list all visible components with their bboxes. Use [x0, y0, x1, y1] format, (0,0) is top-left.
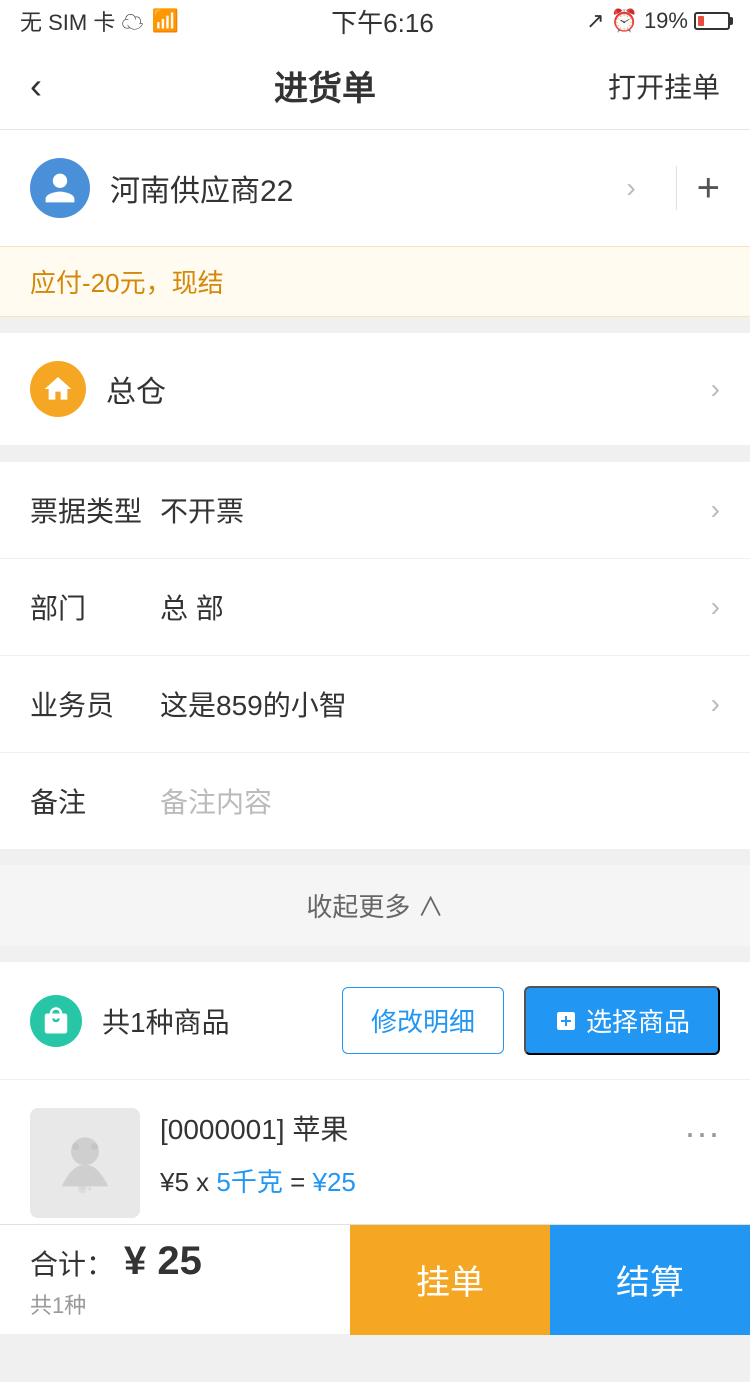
warehouse-row[interactable]: 总仓 › [0, 333, 750, 445]
form-section: 票据类型 不开票 › 部门 总 部 › 业务员 这是859的小智 › 备注 备注… [0, 461, 750, 849]
nav-bar: ‹ 进货单 打开挂单 [0, 42, 750, 130]
product-thumbnail: 響+ [30, 1108, 140, 1218]
supplier-chevron-icon: › [626, 172, 635, 204]
modify-detail-button[interactable]: 修改明细 [342, 987, 504, 1054]
product-apple: 苹果 [292, 1114, 348, 1145]
checkout-button[interactable]: 结算 [550, 1225, 750, 1335]
product-equals: = [290, 1167, 312, 1197]
product-total: ¥25 [313, 1167, 356, 1197]
product-count: 共1种商品 [102, 1001, 322, 1041]
ticket-type-label: 票据类型 [30, 490, 160, 530]
add-supplier-button[interactable]: + [697, 168, 720, 208]
warehouse-chevron-icon: › [711, 373, 720, 405]
status-bar: 无 SIM 卡 ☁ 📶 下午6:16 ↗ ⏰ 19% [0, 0, 750, 42]
footer: 合计： ¥ 25 共1种 挂单 结算 [0, 1224, 750, 1334]
footer-total-sub: 共1种 [30, 1288, 320, 1320]
footer-total-main: 合计： ¥ 25 [30, 1239, 320, 1284]
wifi-icon: 📶 [151, 8, 178, 34]
remarks-row[interactable]: 备注 备注内容 [0, 752, 750, 849]
total-amount: ¥ 25 [124, 1239, 202, 1284]
warning-banner: 应付-20元，现结 [0, 246, 750, 317]
remarks-input[interactable]: 备注内容 [160, 781, 720, 821]
alarm-icon: ⏰ [611, 8, 638, 34]
department-row[interactable]: 部门 总 部 › [0, 558, 750, 655]
person-icon [42, 170, 78, 206]
product-item: 響+ [0000001] 苹果 ¥5 x 5千克 = ¥25 ··· [0, 1079, 750, 1246]
product-name: [0000001] 苹果 [160, 1108, 664, 1148]
footer-total: 合计： ¥ 25 共1种 [0, 1239, 350, 1320]
product-unit-price: ¥5 [160, 1167, 189, 1197]
back-button[interactable]: ‹ [30, 65, 42, 107]
salesperson-row[interactable]: 业务员 这是859的小智 › [0, 655, 750, 752]
department-chevron-icon: › [711, 591, 720, 623]
select-product-button[interactable]: 选择商品 [524, 986, 720, 1055]
product-section: 共1种商品 修改明细 选择商品 響+ [0000001] 苹果 [0, 962, 750, 1246]
home-icon [42, 373, 74, 405]
select-product-icon [554, 1009, 578, 1033]
status-bar-left: 无 SIM 卡 ☁ 📶 [20, 5, 179, 37]
remarks-label: 备注 [30, 781, 160, 821]
ticket-type-chevron-icon: › [711, 494, 720, 526]
total-label: 合计： [30, 1243, 114, 1283]
battery-label: 19% [644, 8, 688, 34]
product-quantity: 5千克 [216, 1167, 282, 1197]
hang-button[interactable]: 挂单 [350, 1225, 550, 1335]
warehouse-section: 总仓 › [0, 333, 750, 445]
ticket-type-value: 不开票 [160, 490, 711, 530]
warehouse-icon [30, 361, 86, 417]
status-bar-time: 下午6:16 [331, 3, 434, 40]
product-more-button[interactable]: ··· [684, 1108, 720, 1158]
product-price: ¥5 x 5千克 = ¥25 [160, 1162, 664, 1199]
department-value: 总 部 [160, 587, 711, 627]
shopping-bag-icon [41, 1006, 71, 1036]
supplier-row[interactable]: 河南供应商22 › + [0, 130, 750, 246]
salesperson-label: 业务员 [30, 684, 160, 724]
product-info: [0000001] 苹果 ¥5 x 5千克 = ¥25 [160, 1108, 664, 1199]
salesperson-value: 这是859的小智 [160, 684, 711, 724]
product-code: [0000001] [160, 1114, 285, 1145]
open-hang-button[interactable]: 打开挂单 [608, 66, 720, 106]
product-header: 共1种商品 修改明细 选择商品 [0, 962, 750, 1079]
spacer [0, 946, 750, 962]
supplier-section: 河南供应商22 › + 应付-20元，现结 [0, 130, 750, 317]
department-label: 部门 [30, 587, 160, 627]
page-title: 进货单 [274, 61, 376, 110]
ticket-type-row[interactable]: 票据类型 不开票 › [0, 461, 750, 558]
product-multiply: x [196, 1167, 216, 1197]
salesperson-chevron-icon: › [711, 688, 720, 720]
product-thumb-icon: 響+ [50, 1128, 120, 1198]
product-icon [30, 995, 82, 1047]
warehouse-name: 总仓 [106, 367, 711, 411]
status-bar-right: ↗ ⏰ 19% [586, 8, 730, 34]
divider [676, 166, 677, 210]
supplier-avatar [30, 158, 90, 218]
collapse-button[interactable]: 收起更多 ∧ [0, 865, 750, 946]
supplier-name: 河南供应商22 [110, 166, 626, 210]
battery-icon [694, 12, 730, 30]
svg-text:響+: 響+ [78, 1183, 93, 1194]
location-icon: ↗ [586, 8, 604, 34]
select-product-label: 选择商品 [586, 1002, 690, 1039]
sim-label: 无 SIM 卡 ☁ [20, 5, 143, 37]
